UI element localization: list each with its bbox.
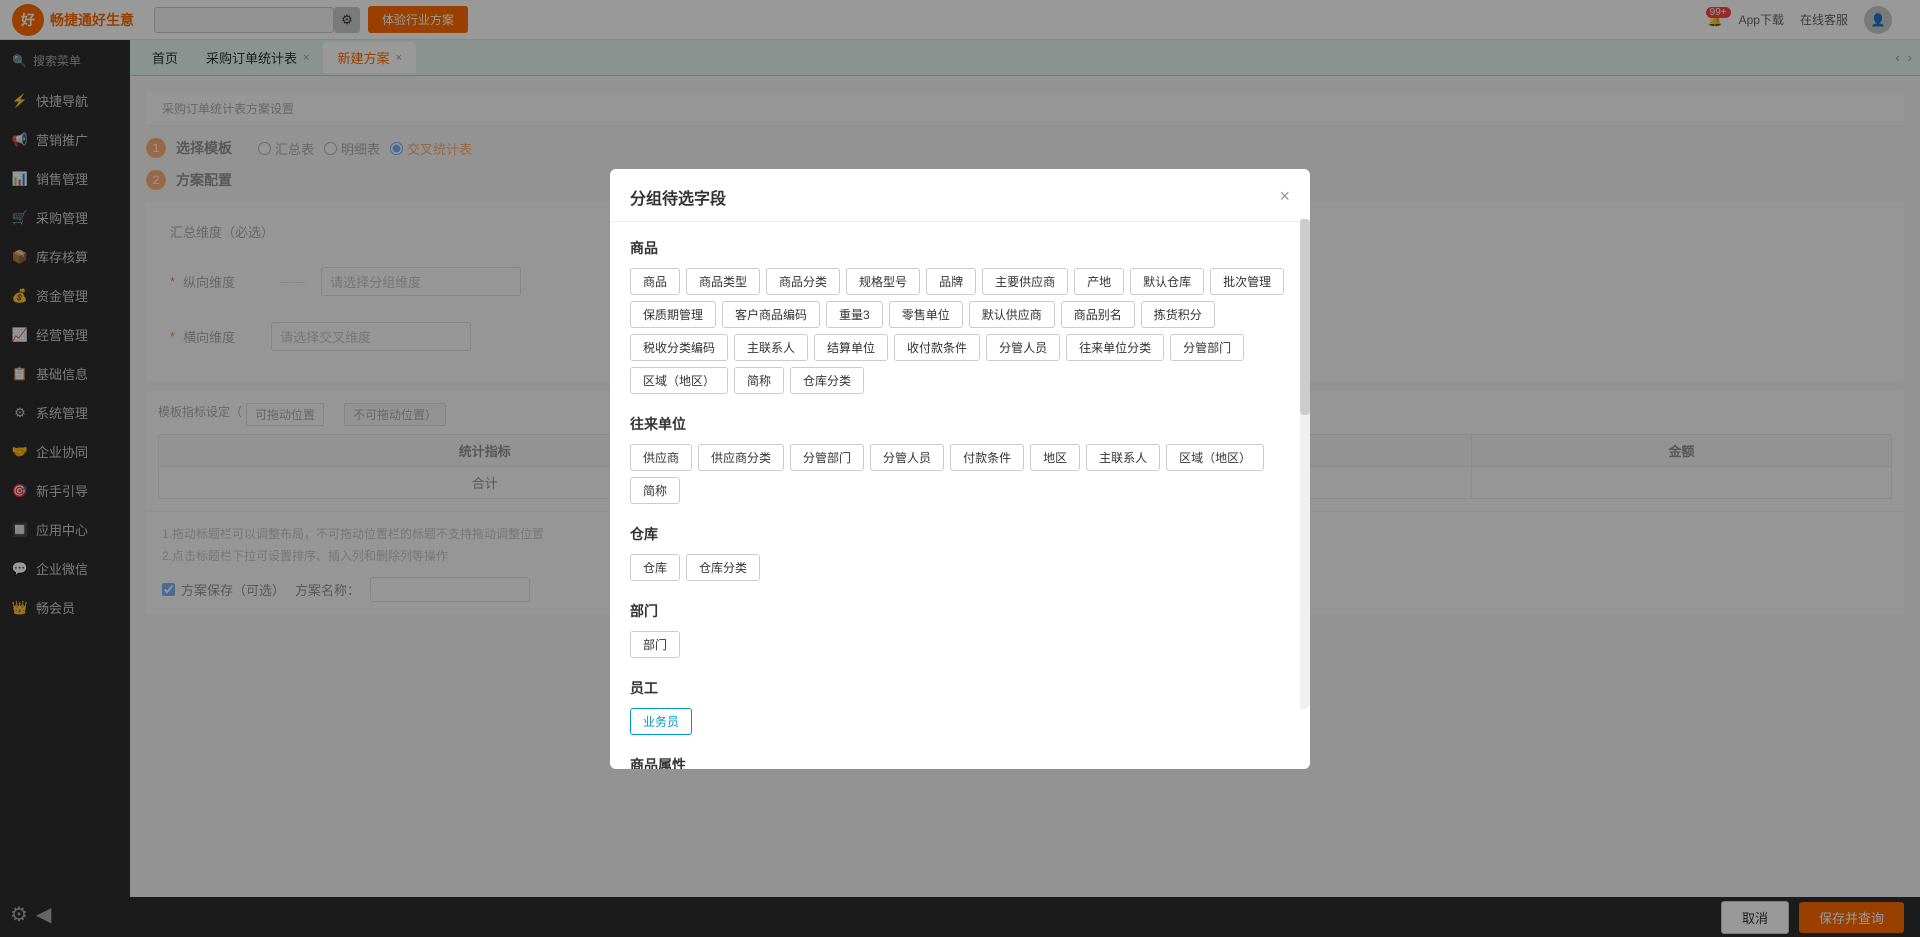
field-tag-goods-type[interactable]: 商品类型: [686, 268, 760, 295]
field-group-partner: 往来单位 供应商 供应商分类 分管部门 分管人员 付款条件 地区 主联系人 区: [630, 414, 1290, 504]
page-wrapper: 采购订单统计表方案设置 1 选择模板 汇总表 明细表 交叉统计表: [130, 76, 1920, 897]
field-tag-main-supplier[interactable]: 主要供应商: [982, 268, 1068, 295]
dialog-body[interactable]: 商品 商品 商品类型 商品分类 规格型号 品牌 主要供应商 产地 默认仓库: [610, 222, 1310, 769]
overlay: 分组待选字段 × 商品 商品 商品类型 商品分类: [130, 76, 1920, 897]
group-title-goods-attr: 商品属性: [630, 755, 1290, 769]
group-title-partner: 往来单位: [630, 414, 1290, 434]
field-group-employee: 员工 业务员: [630, 678, 1290, 735]
field-tag-department[interactable]: 部门: [630, 631, 680, 658]
field-tag-weight3[interactable]: 重量3: [826, 301, 883, 328]
field-tag-short-name2[interactable]: 简称: [630, 477, 680, 504]
field-tag-region[interactable]: 区域（地区）: [630, 367, 728, 394]
field-tag-mgmt-person[interactable]: 分管人员: [870, 444, 944, 471]
field-tag-goods[interactable]: 商品: [630, 268, 680, 295]
field-tag-partner-category[interactable]: 往来单位分类: [1066, 334, 1164, 361]
group-title-goods: 商品: [630, 238, 1290, 258]
content-area: 首页 采购订单统计表 × 新建方案 × ‹ › 采购订单统计表方案设置: [130, 40, 1920, 937]
field-tag-default-warehouse[interactable]: 默认仓库: [1130, 268, 1204, 295]
field-tag-goods-alias[interactable]: 商品别名: [1061, 301, 1135, 328]
field-tag-tax-code[interactable]: 税收分类编码: [630, 334, 728, 361]
field-group-goods: 商品 商品 商品类型 商品分类 规格型号 品牌 主要供应商 产地 默认仓库: [630, 238, 1290, 394]
group-title-dept: 部门: [630, 601, 1290, 621]
field-group-warehouse: 仓库 仓库 仓库分类: [630, 524, 1290, 581]
field-tag-brand[interactable]: 品牌: [926, 268, 976, 295]
field-tag-batch-mgmt[interactable]: 批次管理: [1210, 268, 1284, 295]
app-container: 好 畅捷通好生意 ⚙ 体验行业方案 🔔 99+ App下载 在线客服 👤 🔍 搜…: [0, 0, 1920, 937]
field-tag-supplier-cat[interactable]: 供应商分类: [698, 444, 784, 471]
field-tag-short-name[interactable]: 简称: [734, 367, 784, 394]
field-tag-main-contact2[interactable]: 主联系人: [1086, 444, 1160, 471]
warehouse-fields: 仓库 仓库分类: [630, 554, 1290, 581]
field-tag-mgmt-dept[interactable]: 分管部门: [790, 444, 864, 471]
field-tag-retail-unit[interactable]: 零售单位: [889, 301, 963, 328]
field-tag-pay-terms[interactable]: 付款条件: [950, 444, 1024, 471]
field-tag-salesperson[interactable]: 业务员: [630, 708, 692, 735]
partner-fields: 供应商 供应商分类 分管部门 分管人员 付款条件 地区 主联系人 区域（地区） …: [630, 444, 1290, 504]
field-tag-warehouse[interactable]: 仓库: [630, 554, 680, 581]
dialog-close-btn[interactable]: ×: [1279, 186, 1290, 207]
field-tag-pick-score[interactable]: 拣货积分: [1141, 301, 1215, 328]
field-tag-spec-model[interactable]: 规格型号: [846, 268, 920, 295]
field-tag-customer-code[interactable]: 客户商品编码: [722, 301, 820, 328]
employee-fields: 业务员: [630, 708, 1290, 735]
field-tag-supervisor[interactable]: 分管人员: [986, 334, 1060, 361]
group-title-warehouse: 仓库: [630, 524, 1290, 544]
field-group-goods-attr: 商品属性 属性 颜色 多规格 尺码 鞋码 1: [630, 755, 1290, 769]
main-layout: 🔍 搜索菜单 ⚡ 快捷导航 📢 营销推广 📊 销售管理 🛒 采购管理 📦: [0, 40, 1920, 937]
field-tag-area[interactable]: 地区: [1030, 444, 1080, 471]
field-tag-expiry-mgmt[interactable]: 保质期管理: [630, 301, 716, 328]
field-tag-goods-category[interactable]: 商品分类: [766, 268, 840, 295]
dialog-header: 分组待选字段 ×: [610, 169, 1310, 222]
goods-fields: 商品 商品类型 商品分类 规格型号 品牌 主要供应商 产地 默认仓库 批次管理: [630, 268, 1290, 394]
field-tag-warehouse-cat[interactable]: 仓库分类: [790, 367, 864, 394]
field-tag-supplier[interactable]: 供应商: [630, 444, 692, 471]
scrollbar-track[interactable]: [1300, 219, 1310, 709]
dialog-title: 分组待选字段: [630, 185, 726, 209]
dialog: 分组待选字段 × 商品 商品 商品类型 商品分类: [610, 169, 1310, 769]
field-tag-payment-terms[interactable]: 收付款条件: [894, 334, 980, 361]
field-tag-warehouse-category[interactable]: 仓库分类: [686, 554, 760, 581]
group-title-employee: 员工: [630, 678, 1290, 698]
field-tag-dept[interactable]: 分管部门: [1170, 334, 1244, 361]
dept-fields: 部门: [630, 631, 1290, 658]
field-tag-main-contact[interactable]: 主联系人: [734, 334, 808, 361]
field-group-dept: 部门 部门: [630, 601, 1290, 658]
field-tag-origin[interactable]: 产地: [1074, 268, 1124, 295]
scrollbar-thumb[interactable]: [1300, 219, 1310, 415]
field-tag-default-supplier[interactable]: 默认供应商: [969, 301, 1055, 328]
field-tag-region2[interactable]: 区域（地区）: [1166, 444, 1264, 471]
field-tag-settlement-unit[interactable]: 结算单位: [814, 334, 888, 361]
